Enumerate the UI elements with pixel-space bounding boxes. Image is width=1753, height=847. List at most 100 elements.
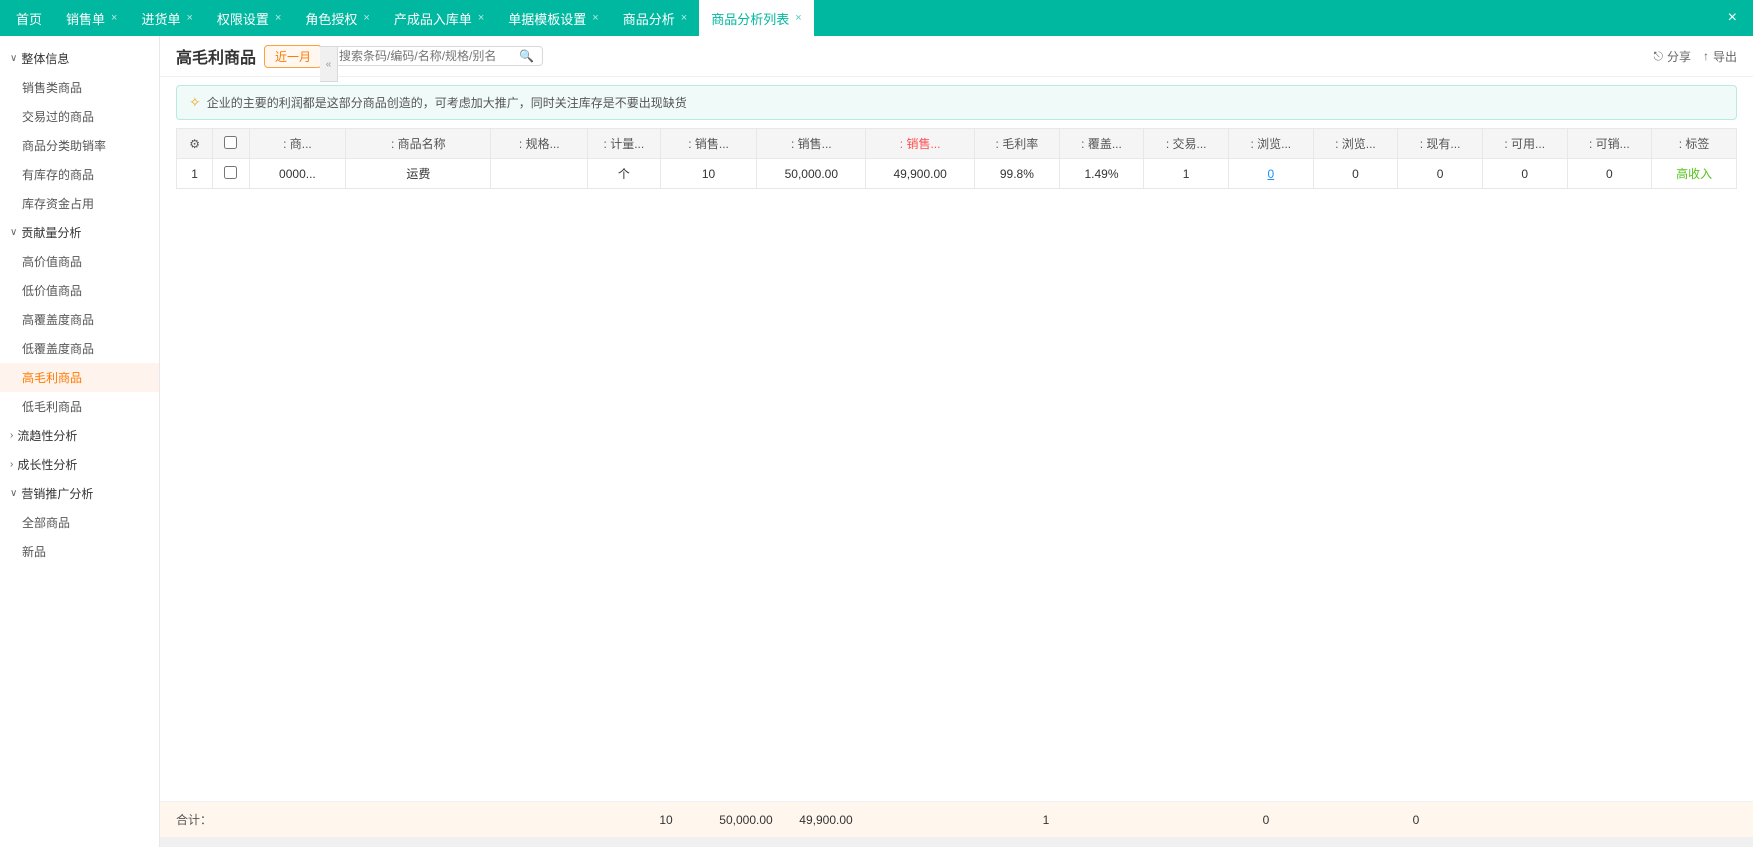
top-navigation: 首页 销售单 × 进货单 × 权限设置 × 角色授权 × 产成品入库单 × 单据… (0, 0, 1753, 36)
cell-browse2: 0 (1313, 159, 1398, 189)
share-button[interactable]: ⎋ 分享 (1653, 48, 1691, 65)
sidebar-item-category-rate[interactable]: 商品分类助销率 (0, 131, 159, 160)
col-unit[interactable]: : 计量... (588, 129, 661, 159)
col-sales-profit[interactable]: : 销售... (866, 129, 975, 159)
sidebar-item-traded-goods[interactable]: 交易过的商品 (0, 102, 159, 131)
col-browse2[interactable]: : 浏览... (1313, 129, 1398, 159)
close-icon[interactable]: × (363, 12, 369, 24)
col-tag[interactable]: : 标签 (1652, 129, 1737, 159)
summary-spacer5 (486, 813, 566, 827)
col-available2[interactable]: : 可用... (1482, 129, 1567, 159)
summary-sales-amt: 50,000.00 (706, 813, 786, 827)
sidebar-item-high-value[interactable]: 高价值商品 (0, 247, 159, 276)
cell-salable: 0 (1567, 159, 1652, 189)
nav-product-analysis-list[interactable]: 商品分析列表 × (699, 0, 813, 36)
close-icon[interactable]: × (275, 12, 281, 24)
summary-sales-qty: 10 (626, 813, 706, 827)
summary-available1: 0 (1226, 813, 1306, 827)
export-button[interactable]: ↑ 导出 (1703, 48, 1737, 65)
table-row: 1 0000... 运费 个 10 50,000.00 49,900.00 99… (177, 159, 1737, 189)
col-sales-qty[interactable]: : 销售... (660, 129, 757, 159)
sidebar-collapse-button[interactable]: « (320, 46, 338, 82)
table-container[interactable]: ⚙ : 商... : 商品名称 : 规格... : 计量... : 销售... … (160, 128, 1753, 801)
col-code[interactable]: : 商... (249, 129, 346, 159)
cell-code: 0000... (249, 159, 346, 189)
nav-template-settings[interactable]: 单据模板设置 × (496, 0, 610, 36)
window-close-button[interactable]: × (1716, 0, 1749, 36)
row-checkbox[interactable] (224, 166, 237, 179)
cell-available2: 0 (1482, 159, 1567, 189)
summary-spacer11 (1306, 813, 1376, 827)
cell-sales-profit: 49,900.00 (866, 159, 975, 189)
nav-permission-settings[interactable]: 权限设置 × (205, 0, 293, 36)
cell-tag: 高收入 (1652, 159, 1737, 189)
info-banner: ✧ 企业的主要的利润都是这部分商品创造的，可考虑加大推广，同时关注库存是不要出现… (176, 85, 1737, 120)
nav-role-auth[interactable]: 角色授权 × (293, 0, 381, 36)
main-layout: ∨ 整体信息 销售类商品 交易过的商品 商品分类助销率 有库存的商品 库存资金占… (0, 36, 1753, 847)
sidebar-item-all-goods[interactable]: 全部商品 (0, 508, 159, 537)
col-coverage[interactable]: : 覆盖... (1059, 129, 1144, 159)
sidebar-group-contribution[interactable]: ∨ 贡献量分析 (0, 218, 159, 247)
sidebar-item-high-gross[interactable]: 高毛利商品 (0, 363, 159, 392)
sidebar-item-low-coverage[interactable]: 低覆盖度商品 (0, 334, 159, 363)
summary-transaction: 1 (1006, 813, 1086, 827)
select-all-checkbox[interactable] (224, 136, 237, 149)
close-icon[interactable]: × (186, 12, 192, 24)
close-icon[interactable]: × (478, 12, 484, 24)
summary-label: 合计： (176, 811, 226, 828)
close-icon[interactable]: × (111, 12, 117, 24)
col-salable[interactable]: : 可销... (1567, 129, 1652, 159)
sidebar-item-sales-goods[interactable]: 销售类商品 (0, 73, 159, 102)
summary-spacer2 (256, 813, 286, 827)
chevron-right-icon: › (10, 430, 13, 441)
col-transaction[interactable]: : 交易... (1144, 129, 1229, 159)
col-available1[interactable]: : 现有... (1398, 129, 1483, 159)
cell-coverage: 1.49% (1059, 159, 1144, 189)
nav-purchase-order[interactable]: 进货单 × (129, 0, 204, 36)
sidebar-item-inventory-capital[interactable]: 库存资金占用 (0, 189, 159, 218)
col-settings[interactable]: ⚙ (177, 129, 213, 159)
col-sales-amt[interactable]: : 销售... (757, 129, 866, 159)
footer-summary: 合计： 10 50,000.00 49,900.00 1 0 0 (160, 801, 1753, 837)
search-icon[interactable]: 🔍 (519, 49, 534, 63)
summary-spacer9 (1086, 813, 1156, 827)
col-gross-rate[interactable]: : 毛利率 (975, 129, 1060, 159)
sidebar-item-high-coverage[interactable]: 高覆盖度商品 (0, 305, 159, 334)
chevron-down-icon: ∨ (10, 488, 17, 499)
summary-sales-profit: 49,900.00 (786, 813, 866, 827)
col-checkbox[interactable] (213, 129, 249, 159)
col-browse1[interactable]: : 浏览... (1228, 129, 1313, 159)
sidebar-group-overall[interactable]: ∨ 整体信息 (0, 44, 159, 73)
sidebar-group-marketing[interactable]: ∨ 营销推广分析 (0, 479, 159, 508)
close-icon[interactable]: × (592, 12, 598, 24)
col-spec[interactable]: : 规格... (491, 129, 588, 159)
cell-sales-amt: 50,000.00 (757, 159, 866, 189)
share-icon: ⎋ (1653, 49, 1663, 64)
nav-sales-order[interactable]: 销售单 × (54, 0, 129, 36)
nav-product-inbound[interactable]: 产成品入库单 × (382, 0, 496, 36)
cell-index: 1 (177, 159, 213, 189)
close-icon[interactable]: × (681, 12, 687, 24)
nav-product-analysis[interactable]: 商品分析 × (611, 0, 699, 36)
close-icon[interactable]: × (795, 12, 801, 24)
chevron-right-icon: › (10, 459, 13, 470)
cell-unit: 个 (588, 159, 661, 189)
filter-recent-month-button[interactable]: 近一月 (264, 45, 322, 68)
nav-home[interactable]: 首页 (4, 0, 54, 36)
sidebar-item-new-goods[interactable]: 新品 (0, 537, 159, 566)
summary-cells: 10 50,000.00 49,900.00 1 0 0 (226, 813, 1737, 827)
content-header: 高毛利商品 近一月 🔍 ⎋ 分享 ↑ 导出 (160, 36, 1753, 77)
sidebar-group-growth[interactable]: › 成长性分析 (0, 450, 159, 479)
sidebar-group-trend[interactable]: › 流趋性分析 (0, 421, 159, 450)
sidebar-item-low-gross[interactable]: 低毛利商品 (0, 392, 159, 421)
search-input[interactable] (339, 49, 519, 63)
search-box[interactable]: 🔍 (330, 46, 543, 66)
summary-spacer6 (566, 813, 626, 827)
sidebar-item-in-stock-goods[interactable]: 有库存的商品 (0, 160, 159, 189)
cell-checkbox[interactable] (213, 159, 249, 189)
col-name[interactable]: : 商品名称 (346, 129, 491, 159)
horizontal-scrollbar[interactable] (160, 837, 1753, 847)
cell-browse1[interactable]: 0 (1228, 159, 1313, 189)
sidebar-item-low-value[interactable]: 低价值商品 (0, 276, 159, 305)
cell-name: 运费 (346, 159, 491, 189)
